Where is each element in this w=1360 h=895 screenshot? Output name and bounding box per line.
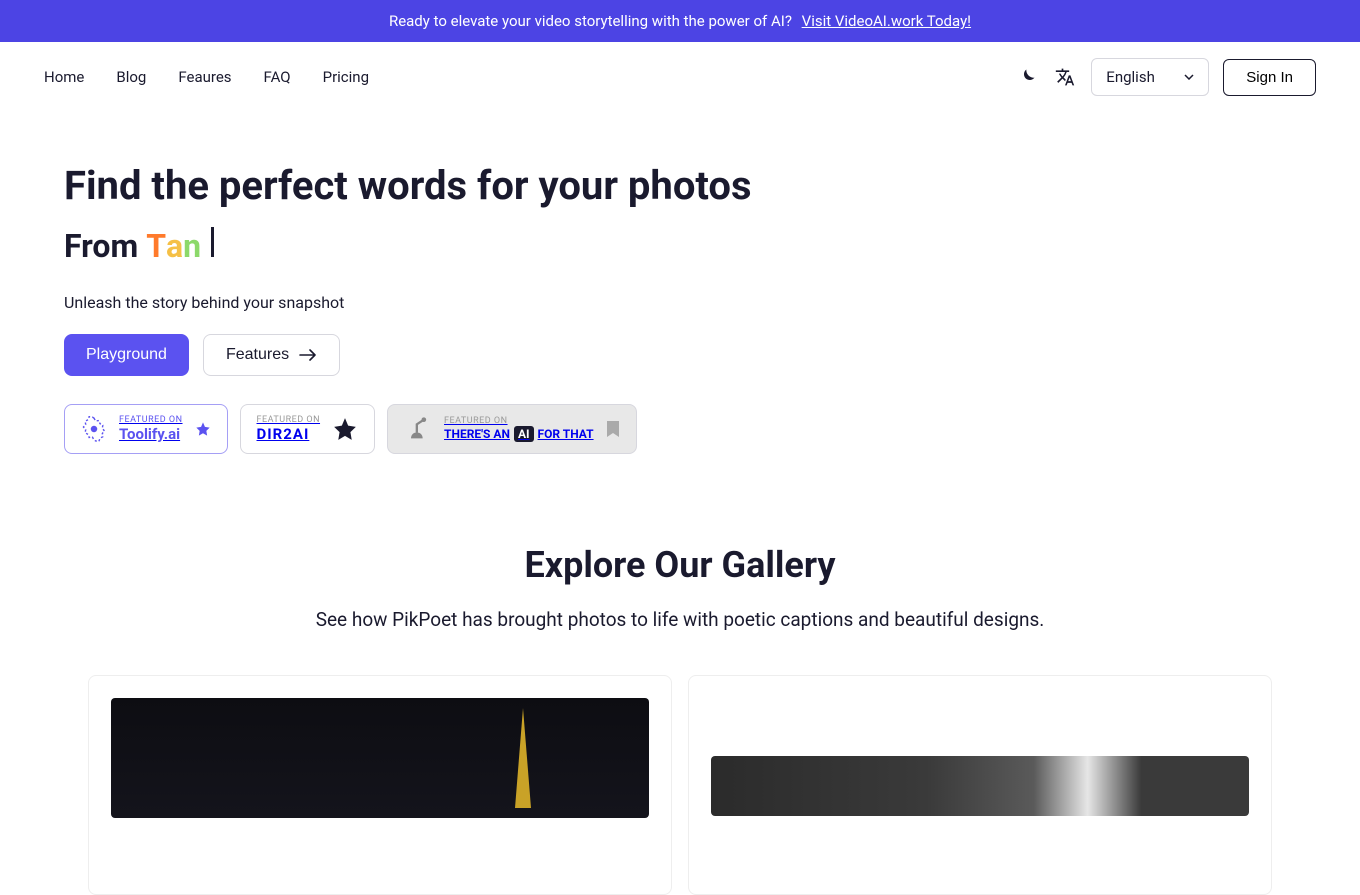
star-icon: [195, 421, 211, 437]
signin-button[interactable]: Sign In: [1223, 59, 1316, 96]
nav-features[interactable]: Feaures: [178, 68, 231, 86]
taaft-brand: THERE'S AN AI FOR THAT: [444, 426, 594, 442]
banner-link[interactable]: Visit VideoAI.work Today!: [802, 12, 971, 30]
nav-pricing[interactable]: Pricing: [323, 68, 369, 86]
hero-from-line: From Tan: [64, 227, 1296, 265]
navbar: Home Blog Feaures FAQ Pricing English Si…: [0, 42, 1360, 112]
translate-icon[interactable]: [1053, 65, 1077, 89]
typed-char: a: [166, 227, 183, 265]
bookmark-icon: [606, 420, 620, 438]
featured-badges: FEATURED ON Toolify.ai FEATURED ON DIR2A…: [64, 404, 1296, 454]
nav-links: Home Blog Feaures FAQ Pricing: [44, 68, 369, 86]
eiffel-tower-icon: [515, 708, 531, 808]
banner-text: Ready to elevate your video storytelling…: [389, 12, 792, 30]
arrow-right-icon: [299, 349, 317, 361]
dir2ai-brand: DIR2AI: [257, 425, 321, 443]
chevron-down-icon: [1184, 74, 1194, 80]
gallery-title: Explore Our Gallery: [64, 544, 1296, 586]
features-button-label: Features: [226, 346, 289, 364]
hero-ctas: Playground Features: [64, 334, 1296, 376]
gear-icon: [81, 416, 107, 442]
language-select[interactable]: English: [1091, 58, 1209, 96]
typed-text: Tan: [146, 227, 201, 265]
hero-headline: Find the perfect words for your photos: [64, 162, 1296, 209]
dark-mode-icon[interactable]: [1015, 65, 1039, 89]
nav-home[interactable]: Home: [44, 68, 84, 86]
gallery-cards: [64, 675, 1296, 895]
typed-char: n: [183, 227, 201, 265]
hero-subhead: Unleash the story behind your snapshot: [64, 293, 1296, 312]
gallery-image: [711, 756, 1249, 816]
hero-section: Find the perfect words for your photos F…: [0, 112, 1360, 484]
toolify-brand: Toolify.ai: [119, 425, 183, 443]
star-icon: [332, 416, 358, 442]
gallery-image: [111, 698, 649, 818]
from-prefix: From: [64, 227, 138, 265]
gallery-card[interactable]: [688, 675, 1272, 895]
nav-faq[interactable]: FAQ: [264, 68, 291, 86]
nav-blog[interactable]: Blog: [116, 68, 146, 86]
featured-label: FEATURED ON: [444, 416, 594, 426]
robot-arm-icon: [404, 415, 432, 443]
gallery-subtitle: See how PikPoet has brought photos to li…: [64, 608, 1296, 631]
nav-right: English Sign In: [1015, 58, 1316, 96]
language-value: English: [1106, 68, 1155, 86]
badge-dir2ai[interactable]: FEATURED ON DIR2AI: [240, 404, 376, 454]
featured-label: FEATURED ON: [119, 415, 183, 425]
badge-toolify[interactable]: FEATURED ON Toolify.ai: [64, 404, 228, 454]
typed-char: T: [146, 227, 166, 265]
features-button[interactable]: Features: [203, 334, 340, 376]
gallery-card[interactable]: [88, 675, 672, 895]
featured-label: FEATURED ON: [257, 415, 321, 425]
playground-button[interactable]: Playground: [64, 334, 189, 376]
badge-taaft[interactable]: FEATURED ON THERE'S AN AI FOR THAT: [387, 404, 637, 454]
typing-cursor-icon: [211, 227, 214, 257]
gallery-section: Explore Our Gallery See how PikPoet has …: [0, 484, 1360, 895]
promo-banner: Ready to elevate your video storytelling…: [0, 0, 1360, 42]
